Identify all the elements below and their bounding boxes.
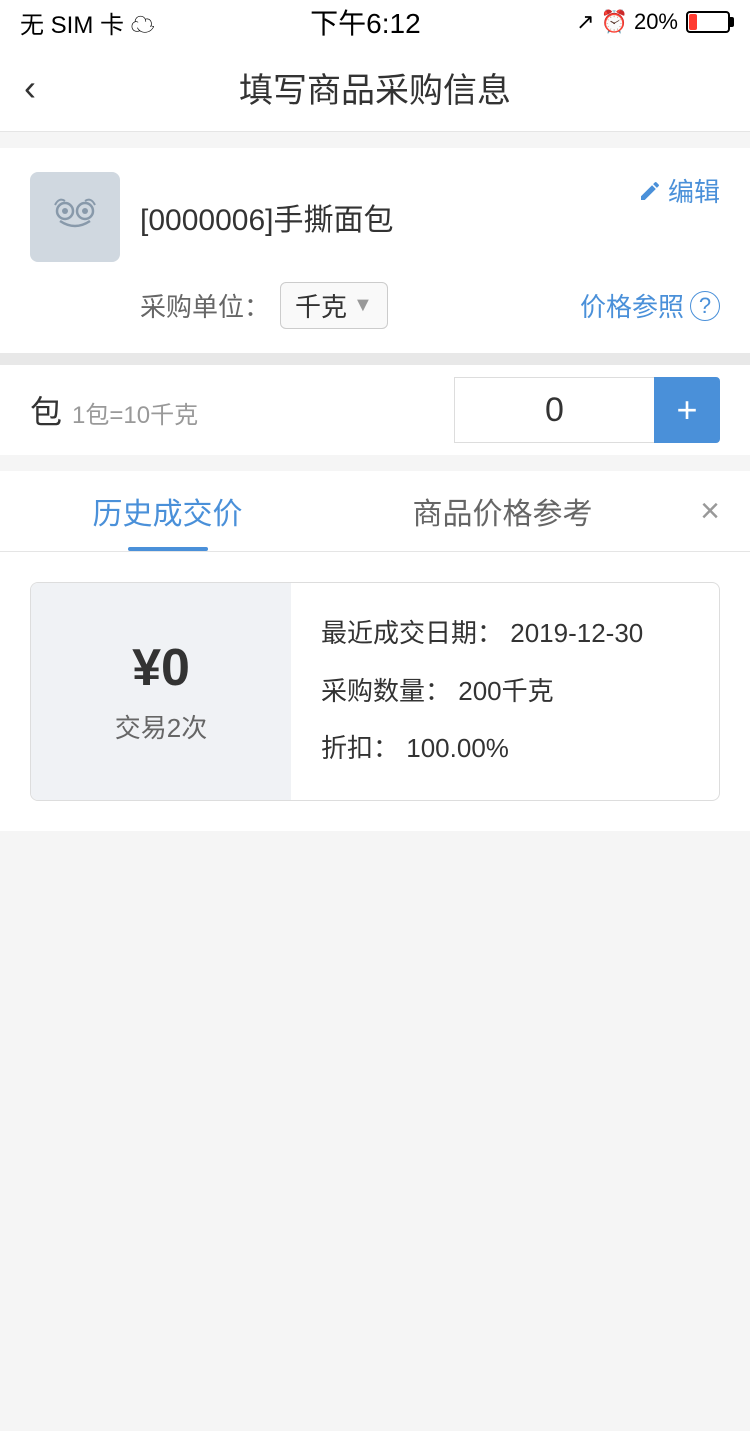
price-card-left: ¥0 交易2次 [31,583,291,800]
battery-icon [686,11,730,33]
tab-history-price-label: 历史成交价 [93,489,243,533]
product-unit-row: 采购单位： 千克 ▼ 价格参照 ? [30,282,720,329]
trade-count: 交易2次 [115,708,207,745]
quantity-controls: + [454,377,720,443]
edit-button[interactable]: 编辑 [638,172,720,209]
product-section: [0000006]手撕面包 编辑 采购单位： 千克 ▼ 价格参照 ? [0,148,750,353]
help-icon: ? [690,291,720,321]
unit-select[interactable]: 千克 ▼ [280,282,388,329]
recent-date-row: 最近成交日期： 2019-12-30 [321,613,689,655]
product-image [30,172,120,262]
status-time: 下午6:12 [310,2,421,42]
battery-percent: 20% [634,9,678,35]
price-ref-button[interactable]: 价格参照 ? [580,287,720,324]
status-bar: 无 SIM 卡 ☁ 下午6:12 ↗ ⏰ 20% [0,0,750,44]
tab-product-price-ref[interactable]: 商品价格参考 [335,471,670,551]
unit-label: 采购单位： [140,287,270,324]
status-right: ↗ ⏰ 20% [576,9,730,35]
quantity-conversion: 1包=10千克 [72,395,198,430]
page-title: 填写商品采购信息 [239,63,511,112]
purchase-qty-row: 采购数量： 200千克 [321,671,689,713]
price-ref-label: 价格参照 [580,287,684,324]
edit-label: 编辑 [668,172,720,209]
tab-product-price-ref-label: 商品价格参考 [413,489,593,533]
dropdown-arrow-icon: ▼ [353,294,373,317]
purchase-qty-label: 采购数量： [321,676,451,706]
location-icon: ↗ [576,9,594,35]
purchase-qty-value: 200千克 [458,676,553,706]
quantity-unit-name: 包 [30,387,62,433]
discount-value: 100.00% [406,733,509,763]
product-header: [0000006]手撕面包 编辑 [30,172,720,262]
price-currency: ¥ [132,639,161,697]
battery-fill [689,14,697,30]
nav-bar: ‹ 填写商品采购信息 [0,44,750,132]
quantity-section: 包 1包=10千克 + [0,365,750,455]
unit-value: 千克 [295,287,347,324]
price-value: 0 [161,639,190,697]
recent-date-value: 2019-12-30 [510,618,643,648]
product-left: [0000006]手撕面包 [30,172,393,262]
discount-row: 折扣： 100.00% [321,728,689,770]
status-left: 无 SIM 卡 ☁ [20,5,155,40]
price-main: ¥0 [132,638,190,698]
price-card-right: 最近成交日期： 2019-12-30 采购数量： 200千克 折扣： 100.0… [291,583,719,800]
bottom-content [0,831,750,1431]
quantity-label-wrap: 包 1包=10千克 [30,387,454,433]
tab-history-price[interactable]: 历史成交价 [0,471,335,551]
divider [0,353,750,365]
tabs-section: 历史成交价 商品价格参考 × ¥0 交易2次 最近成交日期： 2019-12-3… [0,471,750,831]
recent-date-label: 最近成交日期： [321,618,503,648]
quantity-input[interactable] [454,377,654,443]
price-card: ¥0 交易2次 最近成交日期： 2019-12-30 采购数量： 200千克 折… [30,582,720,801]
close-tabs-button[interactable]: × [670,471,750,551]
tabs-header: 历史成交价 商品价格参考 × [0,471,750,552]
product-name: [0000006]手撕面包 [140,195,393,239]
discount-label: 折扣： [321,733,399,763]
alarm-icon: ⏰ [601,9,628,35]
tab-content: ¥0 交易2次 最近成交日期： 2019-12-30 采购数量： 200千克 折… [0,552,750,831]
back-button[interactable]: ‹ [24,67,36,109]
plus-button[interactable]: + [654,377,720,443]
sim-label: 无 SIM 卡 ☁ [20,5,155,40]
